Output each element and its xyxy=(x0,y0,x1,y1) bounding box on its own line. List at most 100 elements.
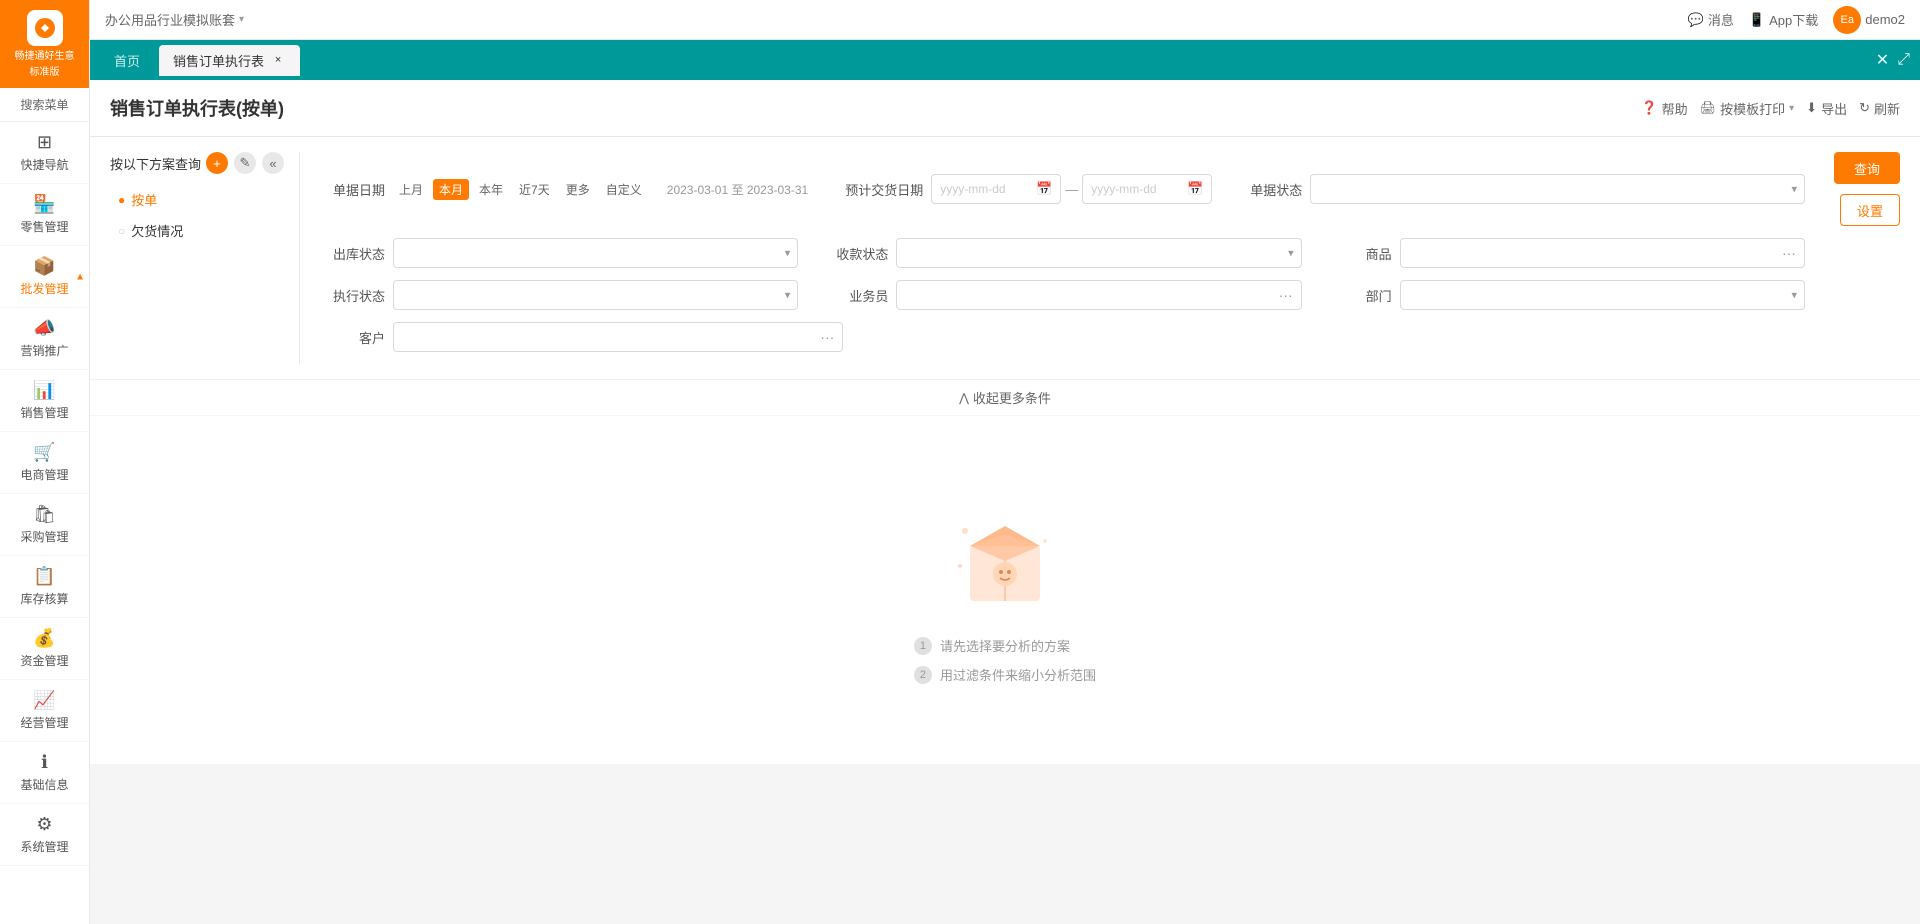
order-status-select[interactable] xyxy=(1310,174,1805,204)
filter-date-field: 单据日期 上月 本月 本年 近7天 更多 自定义 xyxy=(330,179,648,200)
order-status-select-wrapper xyxy=(1310,174,1805,204)
sidebar-item-marketing[interactable]: 📣 营销推广 xyxy=(0,308,89,370)
avatar-text: Ea xyxy=(1841,14,1854,26)
goods-input[interactable]: ··· xyxy=(1400,238,1805,268)
breadcrumb-text: 办公用品行业模拟账套 xyxy=(105,10,235,29)
filter-scheme-label: 按以下方案查询 xyxy=(110,154,201,173)
date-placeholder2: yyyy-mm-dd xyxy=(1091,182,1156,196)
sidebar-item-inventory[interactable]: 📋 库存核算 xyxy=(0,556,89,618)
export-btn[interactable]: ⬇ 导出 xyxy=(1806,99,1847,118)
dept-wrapper xyxy=(1400,280,1805,310)
filter-scheme-panel: 按以下方案查询 + ✎ « ● 按单 ○ 欠货情况 xyxy=(110,152,300,364)
sidebar-item-system[interactable]: ⚙ 系统管理 xyxy=(0,804,89,866)
date-tab-this-year[interactable]: 本年 xyxy=(473,179,509,200)
search-menu[interactable]: 搜索菜单 xyxy=(0,88,89,122)
expected-date-end[interactable]: yyyy-mm-dd 📅 xyxy=(1082,174,1212,204)
step-1-text: 请先选择要分析的方案 xyxy=(940,636,1070,655)
edit-scheme-btn[interactable]: ✎ xyxy=(234,152,256,174)
breadcrumb-dropdown[interactable]: 办公用品行业模拟账套 ▾ xyxy=(105,10,244,29)
user-menu[interactable]: Ea demo2 xyxy=(1833,6,1905,34)
tab-home[interactable]: 首页 xyxy=(100,45,154,76)
logo-icon xyxy=(27,10,63,46)
salesperson-label: 业务员 xyxy=(833,286,888,305)
sidebar-item-label: 资金管理 xyxy=(20,652,68,669)
retail-icon: 🏪 xyxy=(33,194,55,215)
sidebar-item-finance[interactable]: 💰 资金管理 xyxy=(0,618,89,680)
help-icon: ❓ xyxy=(1641,100,1657,116)
tabbar: 首页 销售订单执行表 × ✕ ⤢ xyxy=(90,40,1920,80)
scheme-item-label: 按单 xyxy=(131,190,157,209)
step-2-num: 2 xyxy=(914,666,932,684)
sidebar-item-label: 快捷导航 xyxy=(20,156,68,173)
salesperson-input[interactable]: ··· xyxy=(896,280,1301,310)
empty-step-2: 2 用过滤条件来缩小分析范围 xyxy=(914,665,1096,684)
refresh-btn[interactable]: ↻ 刷新 xyxy=(1859,99,1900,118)
date-tab-custom[interactable]: 自定义 xyxy=(600,179,648,200)
scheme-item-shortage[interactable]: ○ 欠货情况 xyxy=(110,215,284,246)
sidebar-item-shortcuts[interactable]: ⊞ 快捷导航 xyxy=(0,122,89,184)
tab-sales-order[interactable]: 销售订单执行表 × xyxy=(159,45,300,76)
sidebar-item-label: 零售管理 xyxy=(20,218,68,235)
add-scheme-btn[interactable]: + xyxy=(206,152,228,174)
sidebar-item-label: 销售管理 xyxy=(20,404,68,421)
date-tab-last-month[interactable]: 上月 xyxy=(393,179,429,200)
dropdown-arrow-icon: ▾ xyxy=(239,14,244,25)
sidebar-item-retail[interactable]: 🏪 零售管理 xyxy=(0,184,89,246)
chevron-icon: ▲ xyxy=(75,271,85,282)
sidebar-item-purchase[interactable]: 🛍 采购管理 xyxy=(0,494,89,556)
date-field-label: 单据日期 xyxy=(330,180,385,199)
dept-label: 部门 xyxy=(1337,286,1392,305)
sidebar-item-ecommerce[interactable]: 🛒 电商管理 xyxy=(0,432,89,494)
tab-close-icon[interactable]: × xyxy=(270,52,286,68)
goods-ellipsis-icon[interactable]: ··· xyxy=(1782,245,1796,261)
delivery-status-select[interactable] xyxy=(393,238,798,268)
salesperson-ellipsis-icon[interactable]: ··· xyxy=(1279,287,1293,303)
operations-icon: 📈 xyxy=(33,690,55,711)
sidebar-item-basic-info[interactable]: ℹ 基础信息 xyxy=(0,742,89,804)
sales-icon: 📊 xyxy=(33,380,55,401)
filter-row-1: 单据日期 上月 本月 本年 近7天 更多 自定义 2023-03-01 至 20… xyxy=(330,152,1900,226)
collapse-btn[interactable]: ⋀ 收起更多条件 xyxy=(959,388,1051,407)
filter-fields: 单据日期 上月 本月 本年 近7天 更多 自定义 2023-03-01 至 20… xyxy=(315,152,1900,364)
payment-status-select[interactable] xyxy=(896,238,1301,268)
message-btn[interactable]: 💬 消息 xyxy=(1688,10,1734,29)
tabbar-actions: ✕ ⤢ xyxy=(1876,50,1910,70)
page-header-actions: ❓ 帮助 🖨 按模板打印 ▾ ⬇ 导出 ↻ 刷新 xyxy=(1641,99,1900,133)
customer-input[interactable]: ··· xyxy=(393,322,843,352)
app-download-btn[interactable]: 📱 App下载 xyxy=(1749,10,1818,29)
sidebar-item-wholesale[interactable]: 📦 批发管理 ▲ xyxy=(0,246,89,308)
execution-status-wrapper xyxy=(393,280,798,310)
tab-expand-icon[interactable]: ⤢ xyxy=(1897,51,1910,69)
collapse-scheme-btn[interactable]: « xyxy=(262,152,284,174)
date-tab-more[interactable]: 更多 xyxy=(560,179,596,200)
app-logo[interactable]: 畅捷通好生意 标准版 xyxy=(0,0,89,88)
goods-label: 商品 xyxy=(1337,244,1392,263)
sidebar-item-label: 库存核算 xyxy=(20,590,68,607)
avatar: Ea xyxy=(1833,6,1861,34)
topbar-right: 💬 消息 📱 App下载 Ea demo2 xyxy=(1688,6,1905,34)
main-area: 办公用品行业模拟账套 ▾ 💬 消息 📱 App下载 Ea demo2 首页 xyxy=(90,0,1920,924)
customer-ellipsis-icon[interactable]: ··· xyxy=(820,329,834,345)
tab-close-all-icon[interactable]: ✕ xyxy=(1876,50,1889,70)
customer-label: 客户 xyxy=(330,328,385,347)
date-placeholder: yyyy-mm-dd xyxy=(940,182,1005,196)
date-tab-last-7-days[interactable]: 近7天 xyxy=(513,179,556,200)
sidebar-item-sales[interactable]: 📊 销售管理 xyxy=(0,370,89,432)
sidebar-item-operations[interactable]: 📈 经营管理 xyxy=(0,680,89,742)
expected-date-start[interactable]: yyyy-mm-dd 📅 xyxy=(931,174,1061,204)
help-btn[interactable]: ❓ 帮助 xyxy=(1641,99,1687,118)
execution-status-select[interactable] xyxy=(393,280,798,310)
query-btn[interactable]: 查询 xyxy=(1834,152,1900,184)
dept-select[interactable] xyxy=(1400,280,1805,310)
template-print-btn[interactable]: 🖨 按模板打印 ▾ xyxy=(1700,99,1795,118)
collapse-label: 收起更多条件 xyxy=(973,388,1051,407)
date-tab-this-month[interactable]: 本月 xyxy=(433,179,469,200)
settings-btn[interactable]: 设置 xyxy=(1840,194,1900,226)
sidebar-item-label: 营销推广 xyxy=(20,342,68,359)
filter-panel: 按以下方案查询 + ✎ « ● 按单 ○ 欠货情况 xyxy=(90,137,1920,379)
date-separator: — xyxy=(1065,182,1078,197)
payment-status-label: 收款状态 xyxy=(833,244,888,263)
print-dropdown-icon: ▾ xyxy=(1789,103,1794,114)
scheme-item-by-order[interactable]: ● 按单 xyxy=(110,184,284,215)
empty-step-1: 1 请先选择要分析的方案 xyxy=(914,636,1096,655)
